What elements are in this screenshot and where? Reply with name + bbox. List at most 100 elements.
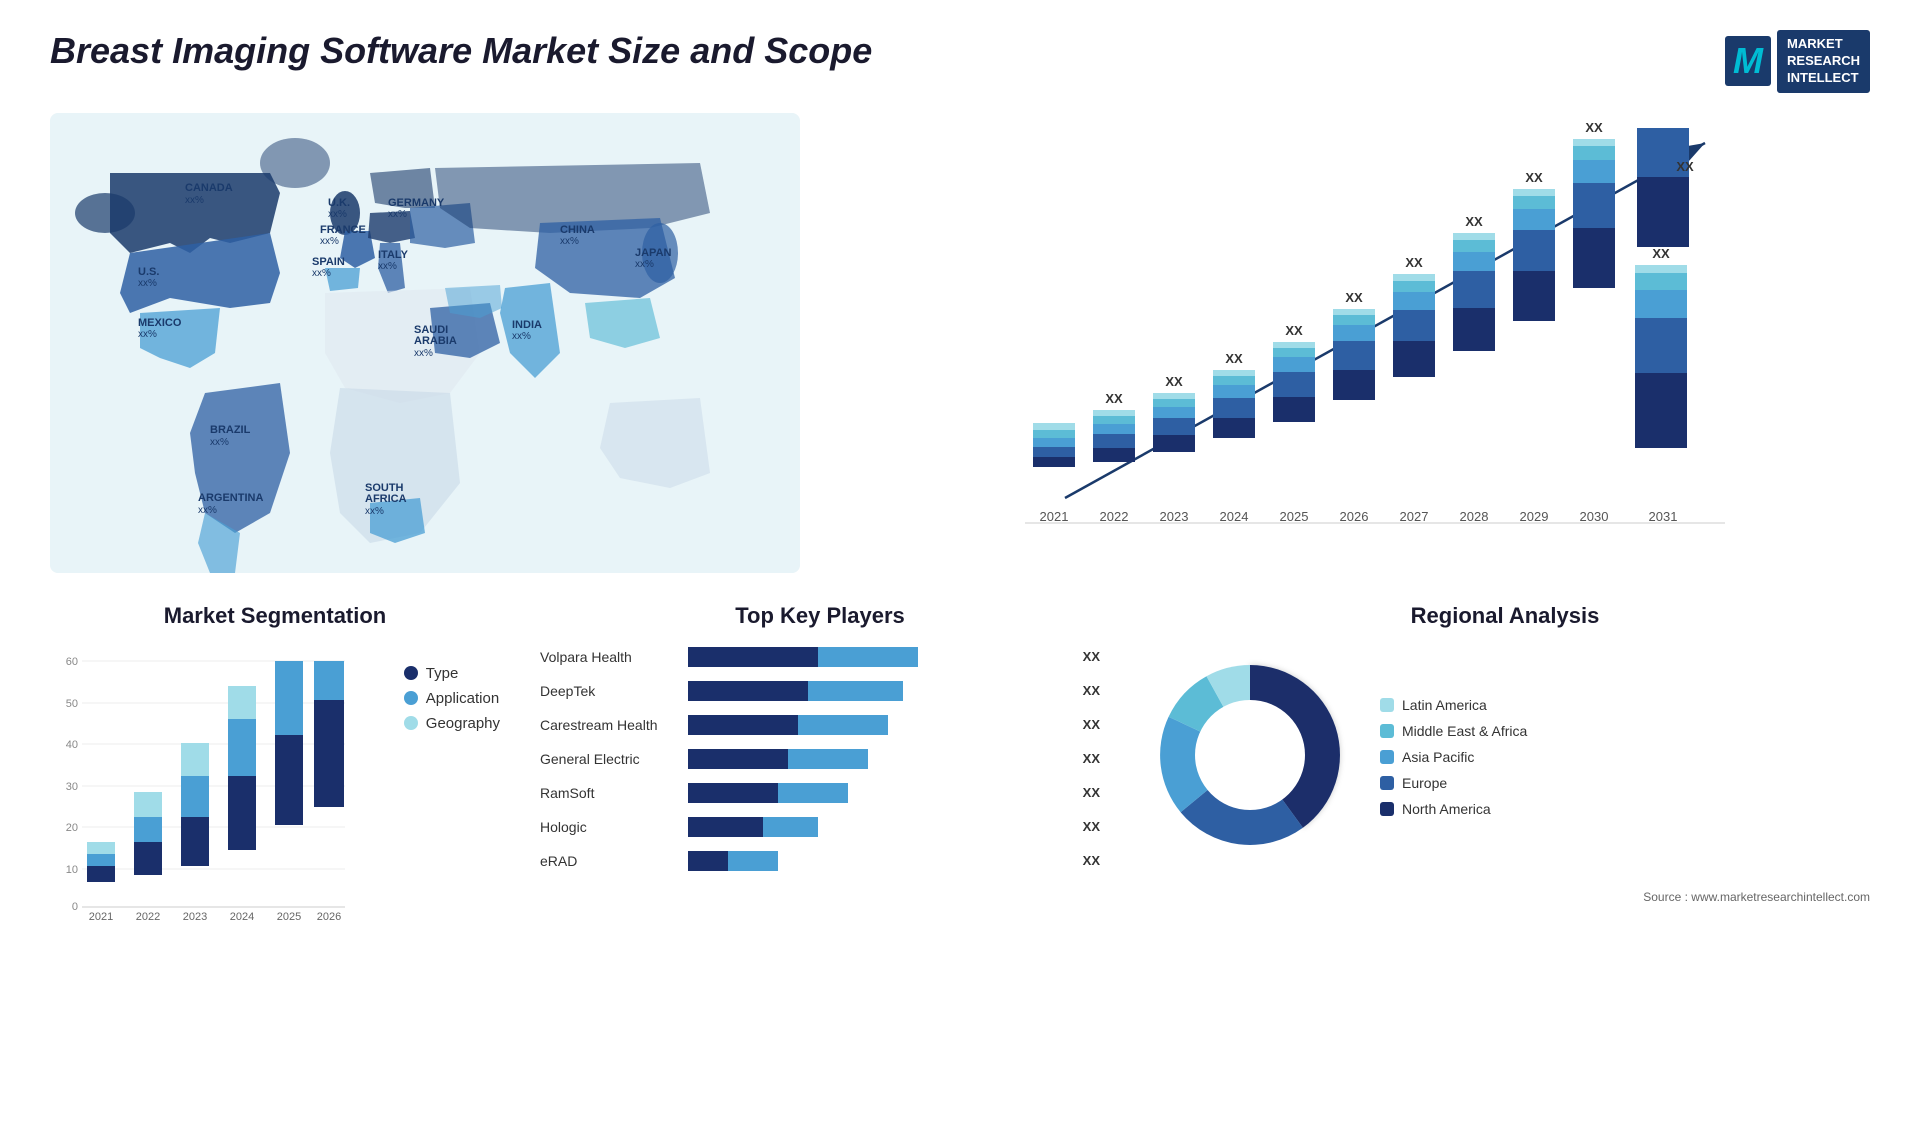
svg-text:GERMANY: GERMANY [388,197,445,209]
middle-east-label: Middle East & Africa [1402,723,1527,739]
svg-text:2024: 2024 [230,911,254,923]
seg-legend: Type Application Geography [404,665,500,732]
latin-america-label: Latin America [1402,697,1487,713]
svg-text:2028: 2028 [1460,509,1489,524]
svg-text:40: 40 [66,739,78,751]
middle-east-swatch [1380,724,1394,738]
svg-text:SPAIN: SPAIN [312,256,345,268]
svg-text:CHINA: CHINA [560,224,595,236]
svg-text:ARGENTINA: ARGENTINA [198,492,263,504]
svg-text:2025: 2025 [1280,509,1309,524]
growth-bar-chart: 2021 2022 XX [840,113,1870,573]
svg-text:INDIA: INDIA [512,319,542,331]
player-row-carestream: Carestream Health XX [540,713,1100,737]
player-name-hologic: Hologic [540,819,680,835]
player-bar-carestream [688,713,1069,737]
segmentation-title: Market Segmentation [50,603,500,629]
svg-text:xx%: xx% [312,268,331,279]
players-section: Top Key Players Volpara Health XX DeepTe [540,603,1100,1003]
svg-text:BRAZIL: BRAZIL [210,424,251,436]
regional-title: Regional Analysis [1140,603,1870,629]
svg-text:2022: 2022 [136,911,160,923]
svg-text:XX: XX [1405,255,1423,270]
player-label-deeptek: XX [1083,683,1100,698]
svg-text:XX: XX [1465,214,1483,229]
canada-label: CANADA [185,182,233,194]
svg-text:xx%: xx% [414,348,433,359]
header: Breast Imaging Software Market Size and … [50,30,1870,93]
legend-type-label: Type [426,665,459,682]
svg-text:10: 10 [66,864,78,876]
svg-text:2029: 2029 [1520,509,1549,524]
europe-label: Europe [1402,775,1447,791]
legend-app-label: Application [426,690,499,707]
svg-text:XX: XX [1345,290,1363,305]
svg-text:2027: 2027 [1400,509,1429,524]
top-section: CANADA xx% U.S. xx% MEXICO xx% BRAZIL xx… [50,113,1870,573]
latin-america-swatch [1380,698,1394,712]
player-row-deeptek: DeepTek XX [540,679,1100,703]
bar-2028: 2028 XX [1453,214,1495,524]
legend-north-america: North America [1380,801,1527,817]
svg-text:XX: XX [1165,374,1183,389]
svg-text:xx%: xx% [512,331,531,342]
svg-text:2031: 2031 [1649,509,1678,524]
legend-type: Type [404,665,500,682]
svg-text:FRANCE: FRANCE [320,224,366,236]
logo-line2: RESEARCH [1787,53,1860,70]
north-america-swatch [1380,802,1394,816]
svg-text:XX: XX [1585,120,1603,135]
legend-geography: Geography [404,715,500,732]
bar-2027: 2027 XX [1393,255,1435,524]
legend-latin-america: Latin America [1380,697,1527,713]
player-row-erad: eRAD XX [540,849,1100,873]
svg-text:60: 60 [66,656,78,668]
legend-application: Application [404,690,500,707]
svg-text:30: 30 [66,781,78,793]
bar-2023: 2023 XX [1153,374,1195,524]
legend-europe: Europe [1380,775,1527,791]
svg-text:U.S.: U.S. [138,266,159,278]
svg-text:XX: XX [1676,159,1694,174]
svg-text:xx%: xx% [365,506,384,517]
seg-chart-area: 60 50 40 30 20 10 0 [50,645,500,930]
player-name-erad: eRAD [540,853,680,869]
source-text: Source : www.marketresearchintellect.com [1140,890,1870,904]
donut-chart [1140,645,1360,870]
seg-chart: 60 50 40 30 20 10 0 [50,645,384,930]
player-bar-hologic [688,815,1069,839]
svg-text:XX: XX [1105,391,1123,406]
player-label-volpara: XX [1083,649,1100,664]
player-row-ge: General Electric XX [540,747,1100,771]
legend-middle-east: Middle East & Africa [1380,723,1527,739]
player-name-carestream: Carestream Health [540,717,680,733]
map-container: CANADA xx% U.S. xx% MEXICO xx% BRAZIL xx… [50,113,800,573]
asia-pacific-swatch [1380,750,1394,764]
svg-text:xx%: xx% [138,278,157,289]
svg-text:2021: 2021 [89,911,113,923]
svg-text:0: 0 [72,901,78,913]
donut-area: Latin America Middle East & Africa Asia … [1140,645,1870,870]
logo-area: M MARKET RESEARCH INTELLECT [1725,30,1870,93]
svg-text:xx%: xx% [635,259,654,270]
player-label-carestream: XX [1083,717,1100,732]
player-label-ge: XX [1083,751,1100,766]
player-row-ramsoft: RamSoft XX [540,781,1100,805]
svg-text:2024: 2024 [1220,509,1249,524]
regional-section: Regional Analysis [1140,603,1870,1003]
svg-text:20: 20 [66,822,78,834]
svg-text:AFRICA: AFRICA [365,493,407,505]
svg-text:xx%: xx% [328,209,347,220]
svg-text:xx%: xx% [198,505,217,516]
logo-line1: MARKET [1787,36,1860,53]
svg-text:2025: 2025 [277,911,301,923]
svg-text:2023: 2023 [183,911,207,923]
world-map: CANADA xx% U.S. xx% MEXICO xx% BRAZIL xx… [50,113,800,573]
player-row-volpara: Volpara Health XX [540,645,1100,669]
players-list: Volpara Health XX DeepTek [540,645,1100,873]
svg-text:2030: 2030 [1580,509,1609,524]
geo-dot [404,716,418,730]
player-name-ramsoft: RamSoft [540,785,680,801]
player-label-erad: XX [1083,853,1100,868]
player-label-ramsoft: XX [1083,785,1100,800]
